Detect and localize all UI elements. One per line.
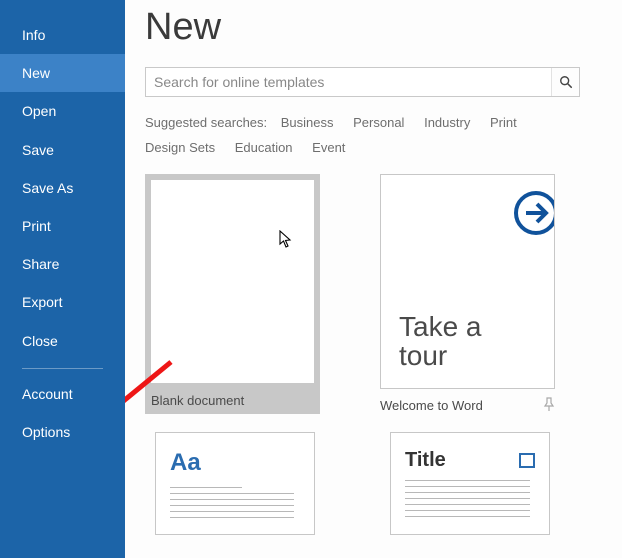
sidebar-item-new[interactable]: New bbox=[0, 54, 125, 92]
template-label: Blank document bbox=[151, 393, 244, 408]
template-thumbnail bbox=[145, 174, 320, 389]
sidebar-item-save[interactable]: Save bbox=[0, 131, 125, 169]
search-icon bbox=[559, 75, 573, 89]
sidebar-divider bbox=[22, 368, 103, 369]
search-input[interactable] bbox=[146, 68, 551, 96]
template-welcome-to-word[interactable]: Take a tour Welcome to Word bbox=[380, 174, 555, 414]
template-preview-aa[interactable]: Aa bbox=[155, 432, 315, 535]
sidebar-item-label: Save As bbox=[22, 180, 73, 196]
pin-icon[interactable] bbox=[543, 397, 555, 414]
template-preview-title[interactable]: Title bbox=[390, 432, 550, 535]
page-title: New bbox=[145, 6, 602, 49]
main-panel: New Suggested searches: Business Persona… bbox=[125, 0, 622, 558]
sidebar-item-print[interactable]: Print bbox=[0, 207, 125, 245]
sidebar-item-account[interactable]: Account bbox=[0, 375, 125, 413]
suggested-link-education[interactable]: Education bbox=[235, 140, 293, 155]
sidebar-item-label: Export bbox=[22, 294, 62, 310]
search-row bbox=[145, 67, 580, 97]
sidebar-item-options[interactable]: Options bbox=[0, 413, 125, 451]
sidebar-item-share[interactable]: Share bbox=[0, 245, 125, 283]
sidebar-item-label: Save bbox=[22, 142, 54, 158]
document-icon bbox=[519, 453, 535, 468]
preview-lines bbox=[405, 480, 535, 517]
sidebar-item-label: Info bbox=[22, 27, 45, 43]
sidebar-item-label: Open bbox=[22, 103, 56, 119]
suggested-link-personal[interactable]: Personal bbox=[353, 115, 404, 130]
sidebar-item-label: New bbox=[22, 65, 50, 81]
sidebar-item-close[interactable]: Close bbox=[0, 322, 125, 360]
suggested-link-industry[interactable]: Industry bbox=[424, 115, 470, 130]
sidebar-item-label: Share bbox=[22, 256, 59, 272]
sidebar-item-label: Account bbox=[22, 386, 73, 402]
template-blank-document[interactable]: Blank document bbox=[145, 174, 320, 414]
sidebar-item-label: Options bbox=[22, 424, 70, 440]
suggested-link-event[interactable]: Event bbox=[312, 140, 345, 155]
sidebar-item-label: Print bbox=[22, 218, 51, 234]
preview-lines bbox=[170, 487, 300, 518]
sidebar-item-export[interactable]: Export bbox=[0, 283, 125, 321]
templates-row-2: Aa Title bbox=[155, 432, 602, 535]
arrow-right-circle-icon bbox=[512, 189, 555, 237]
suggested-searches: Suggested searches: Business Personal In… bbox=[145, 111, 585, 160]
template-thumbnail: Take a tour bbox=[380, 174, 555, 389]
suggested-label: Suggested searches: bbox=[145, 115, 267, 130]
suggested-link-business[interactable]: Business bbox=[281, 115, 334, 130]
sidebar-item-info[interactable]: Info bbox=[0, 16, 125, 54]
sidebar-item-label: Close bbox=[22, 333, 58, 349]
suggested-link-design-sets[interactable]: Design Sets bbox=[145, 140, 215, 155]
sidebar-item-save-as[interactable]: Save As bbox=[0, 169, 125, 207]
suggested-link-print[interactable]: Print bbox=[490, 115, 517, 130]
tour-heading: Take a tour bbox=[399, 312, 482, 371]
templates-row-1: Blank document Take a tour bbox=[145, 174, 602, 414]
sidebar-item-open[interactable]: Open bbox=[0, 92, 125, 130]
search-button[interactable] bbox=[551, 68, 579, 96]
preview-heading: Title bbox=[405, 449, 446, 472]
cursor-icon bbox=[279, 230, 295, 250]
template-label: Welcome to Word bbox=[380, 398, 483, 413]
preview-heading: Aa bbox=[170, 449, 300, 477]
backstage-sidebar: Info New Open Save Save As Print Share E… bbox=[0, 0, 125, 558]
